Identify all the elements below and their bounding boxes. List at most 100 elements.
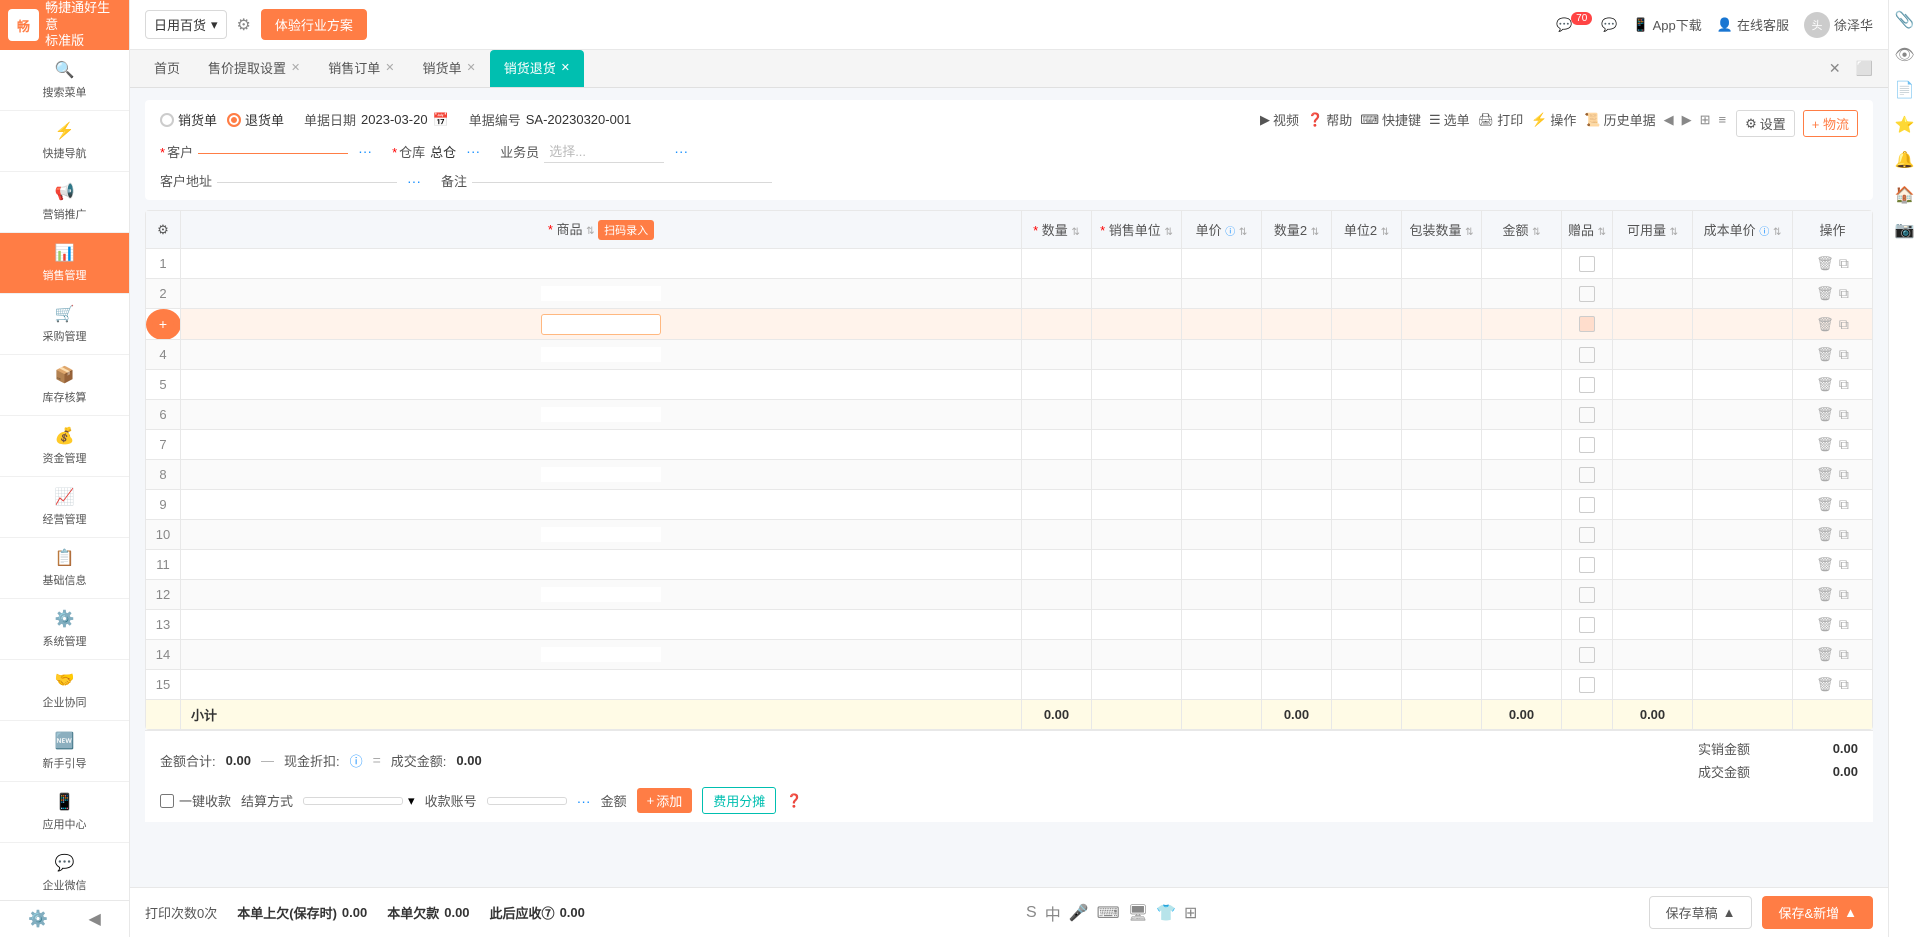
cell-available-7[interactable] [1613,430,1693,460]
cell-product-12[interactable] [181,580,1022,610]
cell-unit-price-9[interactable] [1181,490,1261,520]
cell-cost-price-2[interactable] [1693,279,1793,309]
cell-qty-6[interactable] [1021,400,1091,430]
sidebar-item-search[interactable]: 🔍 搜索菜单 [0,50,129,111]
gift-checkbox-5[interactable] [1579,377,1595,393]
gift-checkbox-9[interactable] [1579,497,1595,513]
cell-product-2[interactable] [181,279,1022,309]
product-input-6[interactable] [541,407,661,422]
cell-qty2-11[interactable] [1261,550,1331,580]
help-btn[interactable]: ❓ 帮助 [1307,110,1352,129]
cell-available-11[interactable] [1613,550,1693,580]
bottom-icon-1[interactable]: S [1026,904,1037,922]
cell-cost-price-10[interactable] [1693,520,1793,550]
cell-product-13[interactable] [181,610,1022,640]
cell-unit2-4[interactable] [1331,340,1401,370]
sidebar-item-system[interactable]: ⚙️ 系统管理 [0,599,129,660]
product-input-13[interactable] [541,617,661,632]
cell-unit2-2[interactable] [1331,279,1401,309]
right-sidebar-icon-7[interactable]: 📷 [1895,220,1915,240]
product-input-15[interactable] [541,677,661,692]
right-sidebar-icon-2[interactable]: 👁 [1894,45,1914,65]
product-input-2[interactable] [541,286,661,301]
gift-checkbox-3[interactable] [1579,316,1595,332]
cell-pack-qty-8[interactable] [1401,460,1481,490]
sidebar-item-purchase[interactable]: 🛒 采购管理 [0,294,129,355]
operate-btn[interactable]: ⚡ 操作 [1531,110,1576,129]
cell-sales-unit-13[interactable] [1091,610,1181,640]
sidebar-item-finance[interactable]: 💰 资金管理 [0,416,129,477]
gift-checkbox-6[interactable] [1579,407,1595,423]
cell-unit2-13[interactable] [1331,610,1401,640]
right-sidebar-icon-5[interactable]: 🔔 [1895,150,1915,170]
delete-row-icon-4[interactable]: 🗑 [1816,346,1834,363]
cell-available-12[interactable] [1613,580,1693,610]
product-input-14[interactable] [541,647,661,662]
right-sidebar-icon-3[interactable]: 📄 [1895,80,1915,100]
cell-amount-12[interactable] [1481,580,1561,610]
delete-row-icon-14[interactable]: 🗑 [1816,646,1834,663]
settings-button[interactable]: ⚙ 设置 [1736,110,1795,137]
cell-qty2-9[interactable] [1261,490,1331,520]
calendar-icon[interactable]: 📅 [433,112,449,128]
shortcut-btn[interactable]: ⌨ 快捷键 [1360,110,1421,129]
video-btn[interactable]: ▶ 视频 [1260,110,1299,129]
cell-sales-unit-3[interactable] [1091,309,1181,340]
copy-row-icon-1[interactable]: ⧉ [1839,255,1849,272]
settle-method-select[interactable]: ▾ [303,793,415,809]
cell-unit2-8[interactable] [1331,460,1401,490]
copy-row-icon-2[interactable]: ⧉ [1839,285,1849,302]
cell-sales-unit-2[interactable] [1091,279,1181,309]
gift-checkbox-13[interactable] [1579,617,1595,633]
tab-sales-order-close[interactable]: ✕ [385,61,394,74]
cell-qty2-6[interactable] [1261,400,1331,430]
cell-pack-qty-1[interactable] [1401,249,1481,279]
qty2-sort-icon[interactable]: ⇅ [1311,227,1319,238]
cell-product-4[interactable] [181,340,1022,370]
cell-pack-qty-2[interactable] [1401,279,1481,309]
copy-row-icon-4[interactable]: ⧉ [1839,346,1849,363]
cell-available-13[interactable] [1613,610,1693,640]
sidebar-item-quick-nav[interactable]: ⚡ 快捷导航 [0,111,129,172]
settings-gear-icon[interactable]: ⚙️ [28,909,48,929]
cell-product-6[interactable] [181,400,1022,430]
radio-return-bill[interactable]: 退货单 [227,110,284,129]
cell-available-3[interactable] [1613,309,1693,340]
cell-pack-qty-13[interactable] [1401,610,1481,640]
unit-price-info-icon[interactable]: ⓘ [1225,227,1235,238]
cell-product-1[interactable] [181,249,1022,279]
cell-sales-unit-10[interactable] [1091,520,1181,550]
gift-checkbox-15[interactable] [1579,677,1595,693]
cell-amount-13[interactable] [1481,610,1561,640]
delete-row-icon-2[interactable]: 🗑 [1816,285,1834,302]
salesperson-input[interactable]: 选择... [544,139,664,163]
cell-qty2-12[interactable] [1261,580,1331,610]
cell-amount-7[interactable] [1481,430,1561,460]
delete-row-icon-11[interactable]: 🗑 [1816,556,1834,573]
cell-amount-11[interactable] [1481,550,1561,580]
cell-available-5[interactable] [1613,370,1693,400]
cell-product-11[interactable] [181,550,1022,580]
cell-available-8[interactable] [1613,460,1693,490]
address-picker-icon[interactable]: ··· [407,173,421,189]
column-settings-icon[interactable]: ⚙ [157,222,169,237]
cell-unit-price-1[interactable] [1181,249,1261,279]
save-draft-button[interactable]: 保存草稿 ▲ [1649,896,1753,929]
product-sort-icon[interactable]: ⇅ [586,226,594,237]
address-input[interactable] [217,178,397,183]
cell-sales-unit-11[interactable] [1091,550,1181,580]
cell-cost-price-7[interactable] [1693,430,1793,460]
cell-cost-price-11[interactable] [1693,550,1793,580]
app-download-btn[interactable]: 📱 App下载 [1632,15,1701,34]
cell-pack-qty-7[interactable] [1401,430,1481,460]
cell-product-8[interactable] [181,460,1022,490]
cell-unit2-3[interactable] [1331,309,1401,340]
cell-cost-price-13[interactable] [1693,610,1793,640]
view-list-icon[interactable]: ≡ [1719,112,1727,127]
cell-sales-unit-4[interactable] [1091,340,1181,370]
quantity-sort-icon[interactable]: ⇅ [1071,227,1079,238]
bottom-icon-7[interactable]: ⊞ [1184,903,1197,923]
warehouse-picker-icon[interactable]: ··· [466,143,480,159]
unit2-sort-icon[interactable]: ⇅ [1381,227,1389,238]
customer-input[interactable] [198,149,348,154]
